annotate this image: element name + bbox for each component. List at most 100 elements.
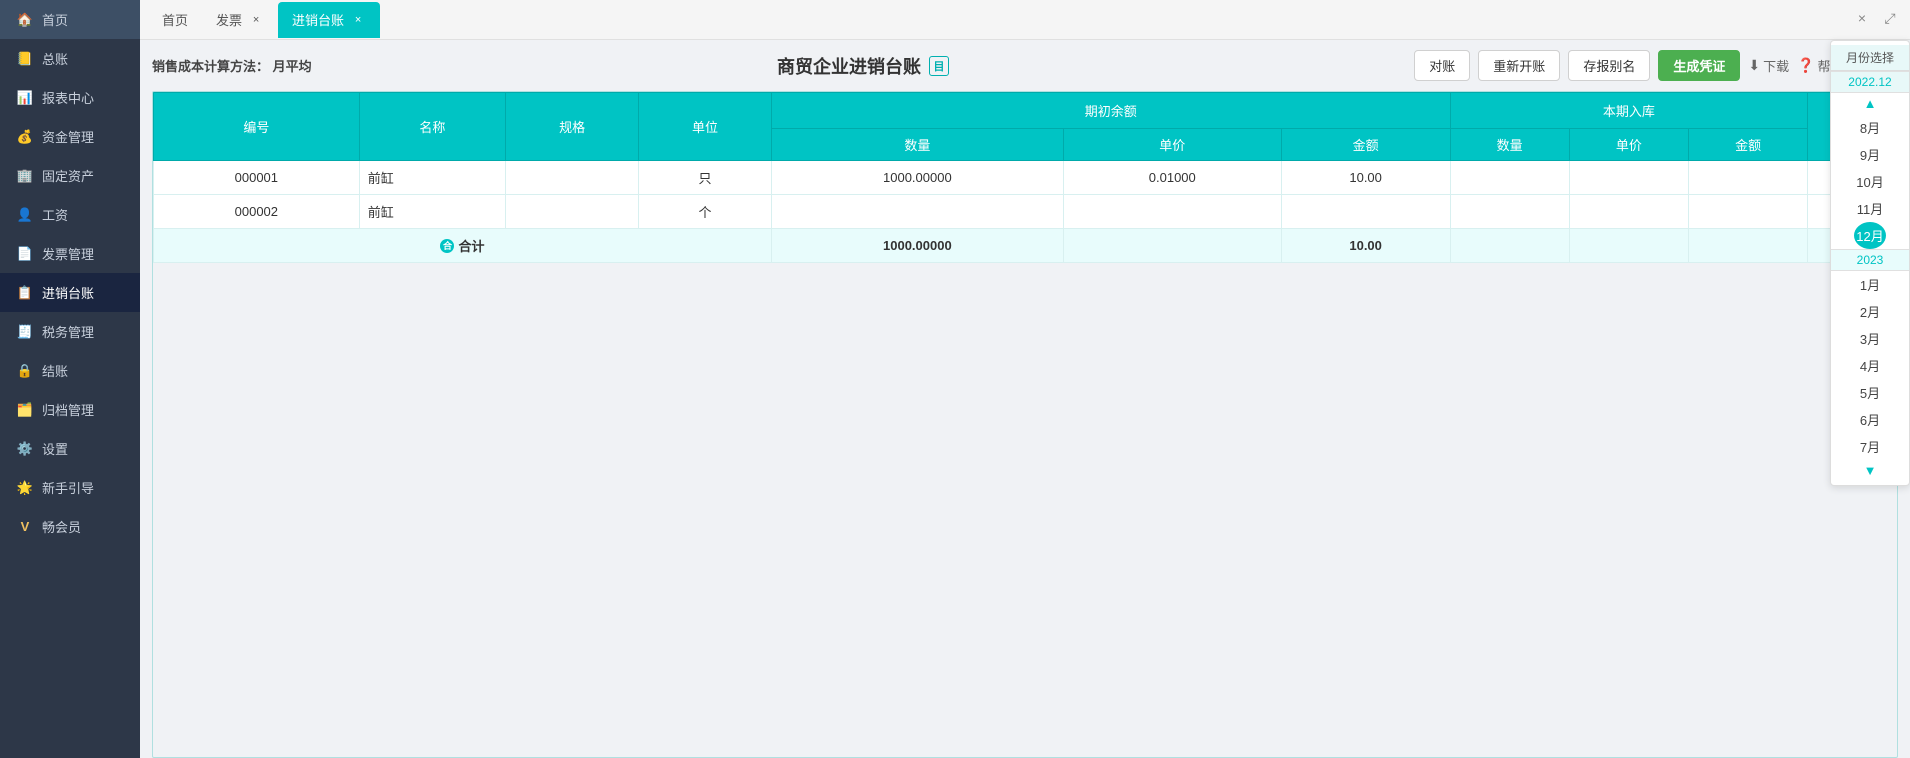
month-7[interactable]: 7月 (1831, 433, 1909, 460)
maximize-button[interactable]: ⤢ (1878, 6, 1902, 30)
cost-method: 销售成本计算方法： 月平均 (152, 56, 312, 75)
reconcile-button[interactable]: 对账 (1414, 50, 1470, 81)
download-button[interactable]: ⬇ 下载 (1748, 56, 1789, 75)
generate-button[interactable]: 生成凭证 (1658, 50, 1740, 81)
ledger-icon: 📒 (16, 50, 34, 68)
table-wrapper[interactable]: 编号 名称 规格 单位 期初余额 本期入库 数 数量 单价 金额 数量 单价 (152, 91, 1898, 758)
tab-purchase[interactable]: 进销台账 × (278, 2, 380, 38)
sidebar-label-member: 畅会员 (42, 517, 81, 536)
save-as-button[interactable]: 存报别名 (1568, 50, 1650, 81)
sidebar-item-home[interactable]: 🏠 首页 (0, 0, 140, 39)
total-opening-price (1063, 229, 1281, 263)
tab-invoice[interactable]: 发票 × (202, 2, 278, 38)
sidebar-item-closing[interactable]: 🔒 结账 (0, 351, 140, 390)
month-3[interactable]: 3月 (1831, 325, 1909, 352)
year-2023-label: 2023 (1831, 249, 1909, 271)
cell-spec (506, 195, 639, 229)
month-panel-title: 月份选择 (1831, 45, 1909, 71)
month-down-nav[interactable]: ▼ (1831, 460, 1909, 481)
sidebar-label-archive: 归档管理 (42, 400, 94, 419)
cell-unit: 只 (639, 161, 772, 195)
settings-icon: ⚙️ (16, 440, 34, 458)
table-row[interactable]: 000002 前缸 个 (154, 195, 1897, 229)
total-opening-amount: 10.00 (1281, 229, 1450, 263)
total-row: 合 合计 1000.00000 10.00 (154, 229, 1897, 263)
month-10[interactable]: 10月 (1831, 168, 1909, 195)
sidebar-item-assets[interactable]: 🏢 固定资产 (0, 156, 140, 195)
cost-method-label: 销售成本计算方法： (152, 59, 269, 74)
cell-opening-amount: 10.00 (1281, 161, 1450, 195)
col-header-name: 名称 (359, 93, 506, 161)
tab-home[interactable]: 首页 (148, 2, 202, 38)
cell-code: 000002 (154, 195, 360, 229)
month-8[interactable]: 8月 (1831, 114, 1909, 141)
sidebar-item-funds[interactable]: 💰 资金管理 (0, 117, 140, 156)
month-11[interactable]: 11月 (1831, 195, 1909, 222)
col-in-amount: 金额 (1689, 129, 1808, 161)
sidebar-item-archive[interactable]: 🗂️ 归档管理 (0, 390, 140, 429)
month-up-nav[interactable]: ▲ (1831, 93, 1909, 114)
guide-icon: 🌟 (16, 479, 34, 497)
month-6[interactable]: 6月 (1831, 406, 1909, 433)
page-title-info-icon[interactable]: 目 (929, 56, 949, 76)
archive-icon: 🗂️ (16, 401, 34, 419)
month-1[interactable]: 1月 (1831, 271, 1909, 298)
tab-purchase-label: 进销台账 (292, 10, 344, 29)
sidebar-label-guide: 新手引导 (42, 478, 94, 497)
total-label-cell: 合 合计 (154, 229, 772, 263)
sidebar-label-funds: 资金管理 (42, 127, 94, 146)
total-in-price (1569, 229, 1688, 263)
total-opening-qty: 1000.00000 (771, 229, 1063, 263)
tab-invoice-close[interactable]: × (248, 12, 264, 28)
cell-opening-price: 0.01000 (1063, 161, 1281, 195)
cell-unit: 个 (639, 195, 772, 229)
month-9[interactable]: 9月 (1831, 141, 1909, 168)
cell-in-amount (1689, 161, 1808, 195)
tab-purchase-close[interactable]: × (350, 12, 366, 28)
sidebar-label-closing: 结账 (42, 361, 68, 380)
month-12[interactable]: 12月 (1854, 222, 1886, 249)
col-in-qty: 数量 (1450, 129, 1569, 161)
col-opening-qty: 数量 (771, 129, 1063, 161)
sidebar-item-reports[interactable]: 📊 报表中心 (0, 78, 140, 117)
sidebar-label-tax: 税务管理 (42, 322, 94, 341)
close-button[interactable]: × (1850, 6, 1874, 30)
cost-method-value: 月平均 (273, 59, 312, 74)
download-label: 下载 (1763, 56, 1789, 75)
sidebar-item-invoice[interactable]: 📄 发票管理 (0, 234, 140, 273)
sidebar-item-member[interactable]: V 畅会员 (0, 507, 140, 546)
sidebar-item-payroll[interactable]: 👤 工资 (0, 195, 140, 234)
download-icon: ⬇ (1748, 57, 1760, 74)
reopen-button[interactable]: 重新开账 (1478, 50, 1560, 81)
col-header-in: 本期入库 (1450, 93, 1808, 129)
sidebar-label-assets: 固定资产 (42, 166, 94, 185)
cell-in-price (1569, 161, 1688, 195)
sidebar-label-settings: 设置 (42, 439, 68, 458)
top-bar: 销售成本计算方法： 月平均 商贸企业进销台账 目 对账 重新开账 存报别名 生成… (152, 50, 1898, 81)
funds-icon: 💰 (16, 128, 34, 146)
total-in-amount (1689, 229, 1808, 263)
total-in-qty (1450, 229, 1569, 263)
cell-opening-qty: 1000.00000 (771, 161, 1063, 195)
sidebar-item-settings[interactable]: ⚙️ 设置 (0, 429, 140, 468)
tabs-bar: 首页 发票 × 进销台账 × (140, 0, 1910, 40)
month-2[interactable]: 2月 (1831, 298, 1909, 325)
main-area: × ⤢ 首页 发票 × 进销台账 × 销售成本计算方法： 月平均 商贸企业进销台… (140, 0, 1910, 758)
sidebar-item-purchase[interactable]: 📋 进销台账 (0, 273, 140, 312)
month-4[interactable]: 4月 (1831, 352, 1909, 379)
page-title-text: 商贸企业进销台账 (777, 53, 921, 79)
purchase-icon: 📋 (16, 284, 34, 302)
cell-name: 前缸 (359, 195, 506, 229)
sidebar-item-tax[interactable]: 🧾 税务管理 (0, 312, 140, 351)
toolbar: 对账 重新开账 存报别名 生成凭证 ⬇ 下载 ❓ 帮助 🔄 刷新 (1414, 50, 1898, 81)
sidebar-item-guide[interactable]: 🌟 新手引导 (0, 468, 140, 507)
col-header-unit: 单位 (639, 93, 772, 161)
cell-name: 前缸 (359, 161, 506, 195)
sidebar-item-ledger[interactable]: 📒 总账 (0, 39, 140, 78)
total-icon: 合 (440, 239, 454, 253)
table-row[interactable]: 000001 前缸 只 1000.00000 0.01000 10.00 (154, 161, 1897, 195)
sidebar-label-ledger: 总账 (42, 49, 68, 68)
month-5[interactable]: 5月 (1831, 379, 1909, 406)
sidebar-label-payroll: 工资 (42, 205, 68, 224)
cell-code: 000001 (154, 161, 360, 195)
